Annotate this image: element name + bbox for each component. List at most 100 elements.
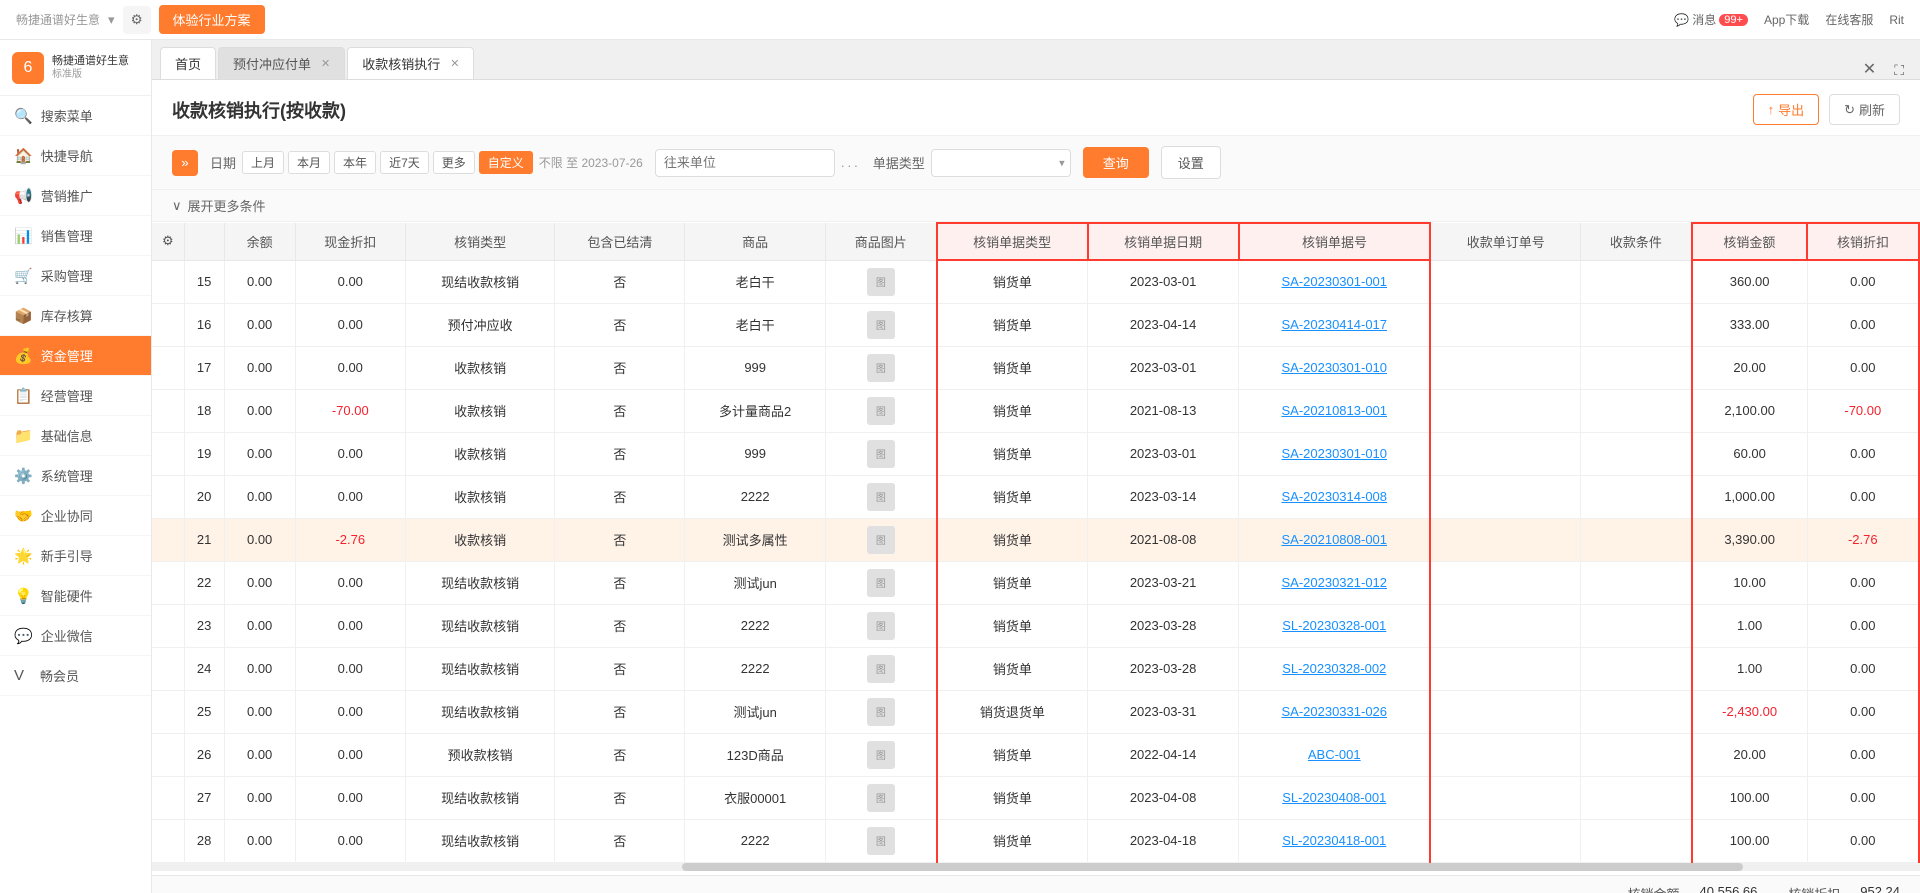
sidebar-item-inventory[interactable]: 📦 库存核算 <box>0 296 151 336</box>
btn-custom-date[interactable]: 自定义 <box>479 151 533 174</box>
industry-btn[interactable]: 体验行业方案 <box>159 5 265 34</box>
page-header: 收款核销执行(按收款) ↑ 导出 ↻ 刷新 <box>152 80 1920 136</box>
system-icon: ⚙️ <box>14 467 33 485</box>
sidebar-item-purchase[interactable]: 🛒 采购管理 <box>0 256 151 296</box>
th-settings[interactable]: ⚙ <box>152 223 184 260</box>
th-verify-no: 核销单据号 <box>1239 223 1431 260</box>
export-btn[interactable]: ↑ 导出 <box>1753 94 1820 125</box>
sidebar-item-vip[interactable]: V 畅会员 <box>0 656 151 696</box>
th-verify-date: 核销单据日期 <box>1088 223 1239 260</box>
query-btn[interactable]: 查询 <box>1083 147 1149 178</box>
table-scrollbar-thumb <box>682 863 1743 871</box>
sidebar-item-sales[interactable]: 📊 销售管理 <box>0 216 151 256</box>
tab-prepay-close[interactable]: ✕ <box>321 57 330 70</box>
btn-this-year[interactable]: 本年 <box>334 151 376 174</box>
inventory-icon: 📦 <box>14 307 33 325</box>
filter-expand-btn[interactable]: » <box>172 150 198 176</box>
btn-this-month[interactable]: 本月 <box>288 151 330 174</box>
sidebar-item-search[interactable]: 🔍 搜索菜单 <box>0 96 151 136</box>
filter-voucher-group: 单据类型 <box>873 149 1071 177</box>
sidebar-item-smart-hw[interactable]: 💡 智能硬件 <box>0 576 151 616</box>
collab-icon: 🤝 <box>14 507 33 525</box>
date-range-text: 不限 至 2023-07-26 <box>539 154 643 171</box>
header-actions: ↑ 导出 ↻ 刷新 <box>1753 94 1900 125</box>
tab-prepay[interactable]: 预付冲应付单 ✕ <box>218 47 345 79</box>
layout: 6 畅捷通谱好生意 标准版 🔍 搜索菜单 🏠 快捷导航 📢 营销推广 📊 销售管… <box>0 40 1920 893</box>
expand-more-bar[interactable]: ∨ 展开更多条件 <box>152 190 1920 222</box>
finance-icon: 💰 <box>14 347 33 365</box>
smart-hw-icon: 💡 <box>14 587 33 605</box>
footer-verify-discount-label: 核销折扣 <box>1788 884 1840 893</box>
messages-label: 消息 <box>1692 11 1716 28</box>
filter-settings-btn[interactable]: 设置 <box>1161 146 1221 179</box>
app-download[interactable]: App下载 <box>1764 11 1809 28</box>
th-goods: 商品 <box>685 223 826 260</box>
sidebar-item-finance[interactable]: 💰 资金管理 <box>0 336 151 376</box>
refresh-btn[interactable]: ↻ 刷新 <box>1829 94 1900 125</box>
top-bar-left: 畅捷通谱好生意 ▾ ⚙ 体验行业方案 <box>16 5 1664 34</box>
sidebar-item-marketing[interactable]: 📢 营销推广 <box>0 176 151 216</box>
sidebar-item-wechat[interactable]: 💬 企业微信 <box>0 616 151 656</box>
th-verify-voucher-type: 核销单据类型 <box>937 223 1088 260</box>
marketing-icon: 📢 <box>14 187 33 205</box>
table-wrap: ⚙ 余额 现金折扣 核销类型 包含已结清 商品 商品图片 核销单据类型 核销单据… <box>152 222 1920 893</box>
expand-more-label: 展开更多条件 <box>188 196 266 215</box>
wechat-icon: 💬 <box>14 627 33 645</box>
messages-icon-wrap[interactable]: 💬 消息 99+ <box>1674 11 1748 28</box>
btn-last-7days[interactable]: 近7天 <box>380 151 429 174</box>
tab-expand-btn[interactable]: ⛶ <box>1886 62 1912 79</box>
sidebar-item-sys-mgmt[interactable]: ⚙️ 系统管理 <box>0 456 151 496</box>
partner-input[interactable] <box>655 149 835 177</box>
th-receipt-cond: 收款条件 <box>1581 223 1692 260</box>
breadcrumb-text: 畅捷通谱好生意 <box>16 11 100 28</box>
sidebar-item-collab[interactable]: 🤝 企业协同 <box>0 496 151 536</box>
table-footer: 核销金额 40,556,66... 核销折扣 952.24 <box>152 875 1920 893</box>
page-title: 收款核销执行(按收款) <box>172 97 346 123</box>
th-verify-type: 核销类型 <box>405 223 555 260</box>
th-verify-discount: 核销折扣 <box>1807 223 1919 260</box>
tab-receipts[interactable]: 收款核销执行 ✕ <box>347 47 474 79</box>
sidebar: 6 畅捷通谱好生意 标准版 🔍 搜索菜单 🏠 快捷导航 📢 营销推广 📊 销售管… <box>0 40 152 893</box>
online-service[interactable]: 在线客服 <box>1825 11 1873 28</box>
tab-home[interactable]: 首页 <box>160 47 216 79</box>
tab-close-all-btn[interactable]: ✕ <box>1855 59 1884 79</box>
footer-verify-amount-value: 40,556,66... <box>1700 884 1769 893</box>
sidebar-logo: 6 畅捷通谱好生意 标准版 <box>0 40 151 96</box>
tab-bar: 首页 预付冲应付单 ✕ 收款核销执行 ✕ ✕ ⛶ <box>152 40 1920 80</box>
operations-icon: 📋 <box>14 387 33 405</box>
th-include-settled: 包含已结清 <box>555 223 685 260</box>
table-scrollbar[interactable] <box>152 863 1920 871</box>
export-icon: ↑ <box>1768 102 1775 117</box>
main-area: 首页 预付冲应付单 ✕ 收款核销执行 ✕ ✕ ⛶ 收款核销执行(按收款) ↑ <box>152 40 1920 893</box>
expand-more-icon: ∨ <box>172 198 182 214</box>
voucher-type-label: 单据类型 <box>873 153 925 172</box>
top-bar: 畅捷通谱好生意 ▾ ⚙ 体验行业方案 💬 消息 99+ App下载 在线客服 R… <box>0 0 1920 40</box>
vip-icon: V <box>14 667 32 684</box>
th-balance: 余额 <box>224 223 295 260</box>
newbie-icon: 🌟 <box>14 547 33 565</box>
btn-last-month[interactable]: 上月 <box>242 151 284 174</box>
messages-badge: 99+ <box>1719 14 1748 26</box>
top-settings-btn[interactable]: ⚙ <box>123 6 151 34</box>
tab-receipts-close[interactable]: ✕ <box>450 57 459 70</box>
voucher-type-select[interactable] <box>931 149 1071 177</box>
th-seq <box>184 223 224 260</box>
th-cash-discount: 现金折扣 <box>295 223 405 260</box>
refresh-icon: ↻ <box>1844 102 1855 118</box>
sidebar-item-newbie[interactable]: 🌟 新手引导 <box>0 536 151 576</box>
sidebar-item-operations[interactable]: 📋 经营管理 <box>0 376 151 416</box>
th-receipt-order-no: 收款单订单号 <box>1430 223 1580 260</box>
content-area: 收款核销执行(按收款) ↑ 导出 ↻ 刷新 » 日期 <box>152 80 1920 893</box>
sidebar-item-quick-nav[interactable]: 🏠 快捷导航 <box>0 136 151 176</box>
voucher-type-select-wrap <box>931 149 1071 177</box>
purchase-icon: 🛒 <box>14 267 33 285</box>
filter-date-group: 日期 上月 本月 本年 近7天 更多 自定义 不限 至 2023-07-26 <box>210 151 643 174</box>
filter-bar: » 日期 上月 本月 本年 近7天 更多 自定义 不限 至 2023-07-26 <box>152 136 1920 190</box>
btn-more-dates[interactable]: 更多 <box>433 151 475 174</box>
logo-icon: 6 <box>12 52 44 84</box>
dropdown-icon[interactable]: ▾ <box>108 12 115 28</box>
th-goods-img: 商品图片 <box>826 223 937 260</box>
home-icon: 🏠 <box>14 147 33 165</box>
th-verify-amount: 核销金额 <box>1692 223 1807 260</box>
sidebar-item-base-info[interactable]: 📁 基础信息 <box>0 416 151 456</box>
